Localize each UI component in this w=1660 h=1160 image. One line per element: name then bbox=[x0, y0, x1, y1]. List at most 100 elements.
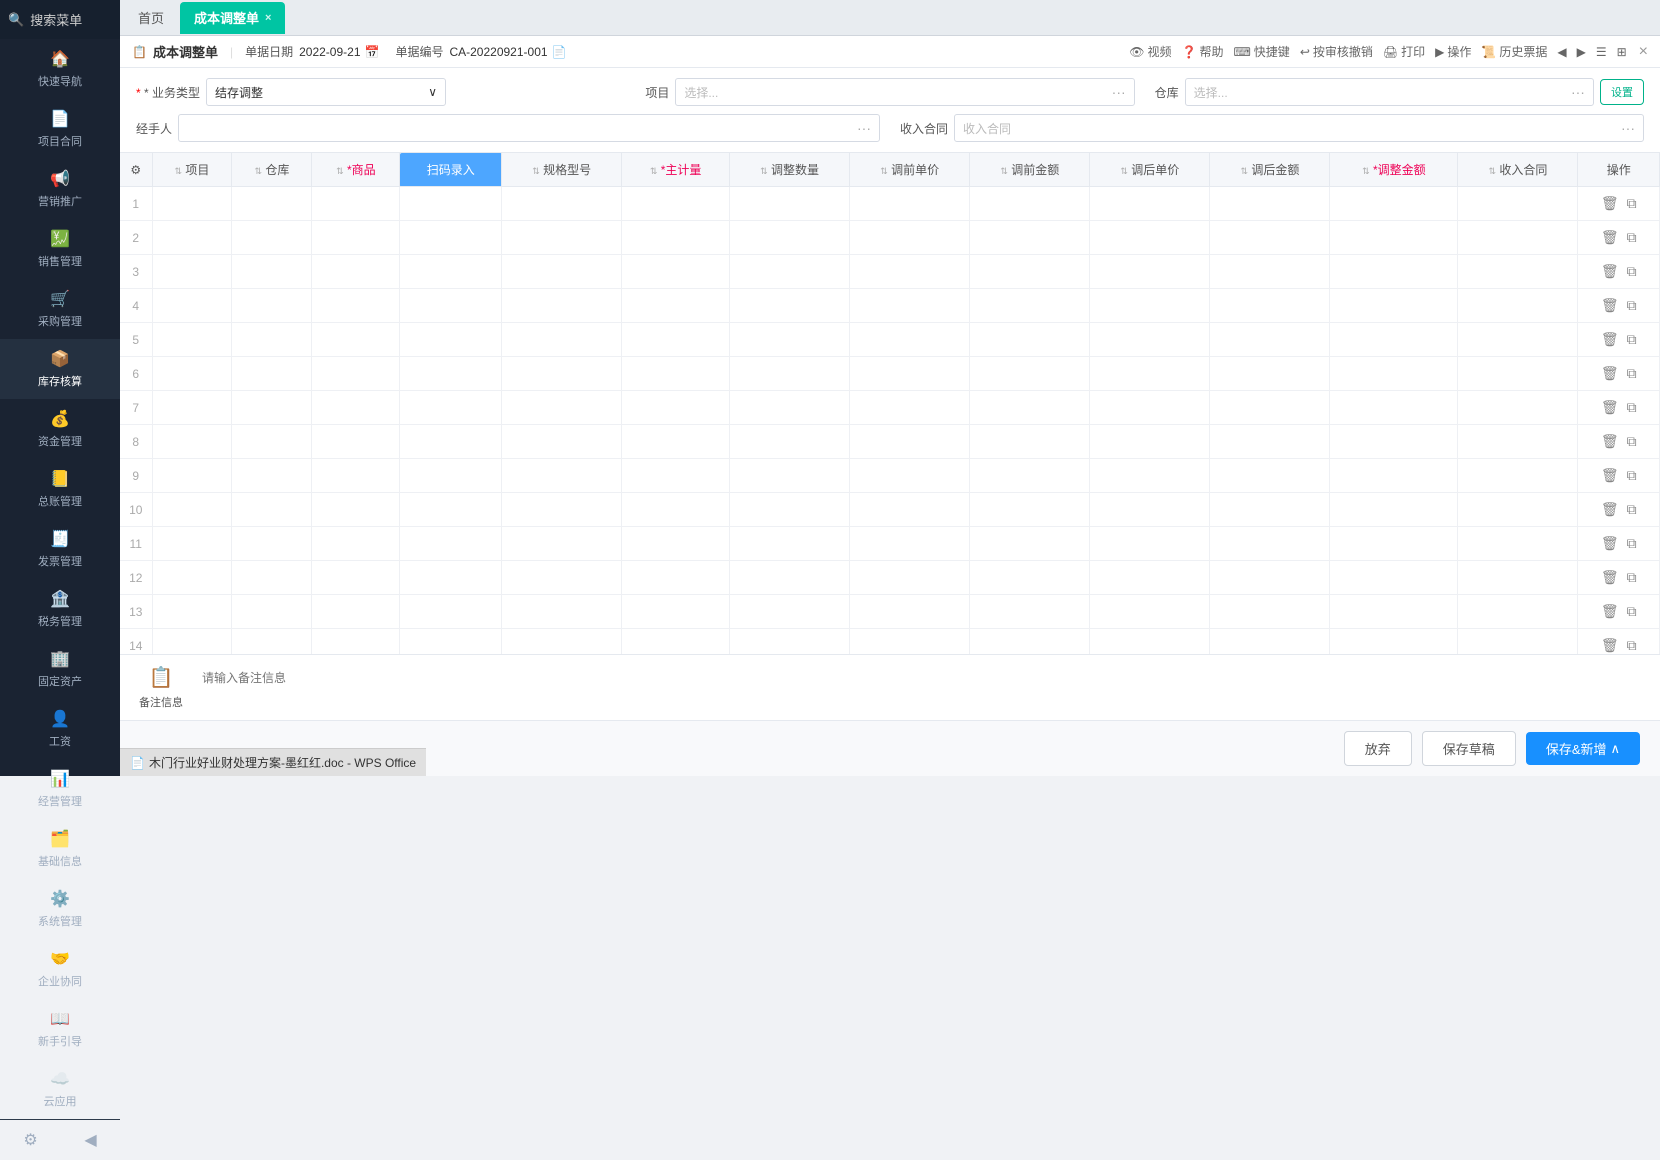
cell-adjust-amount[interactable] bbox=[1330, 357, 1458, 391]
cell-project[interactable] bbox=[152, 323, 232, 357]
cell-warehouse[interactable] bbox=[232, 323, 312, 357]
cell-unit[interactable] bbox=[622, 255, 730, 289]
cell-project[interactable] bbox=[152, 561, 232, 595]
cell-adjust-qty[interactable] bbox=[730, 527, 850, 561]
cell-adjust-qty[interactable] bbox=[730, 221, 850, 255]
row-copy-btn[interactable]: ⧉ bbox=[1625, 193, 1639, 214]
cell-project[interactable] bbox=[152, 391, 232, 425]
cell-scan[interactable] bbox=[400, 459, 502, 493]
notes-input[interactable] bbox=[198, 665, 1644, 701]
project-dots[interactable]: ··· bbox=[1112, 84, 1126, 100]
cell-spec[interactable] bbox=[502, 255, 622, 289]
cell-scan[interactable] bbox=[400, 493, 502, 527]
cell-scan[interactable] bbox=[400, 289, 502, 323]
cell-spec[interactable] bbox=[502, 323, 622, 357]
cell-unit[interactable] bbox=[622, 527, 730, 561]
cell-warehouse[interactable] bbox=[232, 391, 312, 425]
sidebar-item-quick-nav[interactable]: 🏠快速导航 bbox=[0, 39, 120, 99]
cell-scan[interactable] bbox=[400, 357, 502, 391]
cell-post-amount[interactable] bbox=[1210, 595, 1330, 629]
sidebar-item-purchase-mgmt[interactable]: 🛒采购管理 bbox=[0, 279, 120, 339]
cell-scan[interactable] bbox=[400, 323, 502, 357]
cell-adjust-qty[interactable] bbox=[730, 493, 850, 527]
cell-post-amount[interactable] bbox=[1210, 187, 1330, 221]
cell-pre-amount[interactable] bbox=[970, 255, 1090, 289]
cell-pre-unit-price[interactable] bbox=[850, 221, 970, 255]
cell-adjust-amount[interactable] bbox=[1330, 323, 1458, 357]
collapse-icon[interactable]: ◀ bbox=[84, 1130, 96, 1150]
cell-scan[interactable] bbox=[400, 629, 502, 655]
cell-post-unit-price[interactable] bbox=[1090, 391, 1210, 425]
save-draft-button[interactable]: 保存草稿 bbox=[1422, 731, 1516, 766]
sidebar-item-payroll[interactable]: 👤工资 bbox=[0, 699, 120, 759]
cell-goods[interactable] bbox=[312, 357, 400, 391]
cell-spec[interactable] bbox=[502, 493, 622, 527]
cell-post-amount[interactable] bbox=[1210, 527, 1330, 561]
sidebar-item-new-guide[interactable]: 📖新手引导 bbox=[0, 999, 120, 1059]
cell-post-unit-price[interactable] bbox=[1090, 289, 1210, 323]
cell-post-unit-price[interactable] bbox=[1090, 595, 1210, 629]
cell-income-contract[interactable] bbox=[1458, 527, 1578, 561]
cell-adjust-qty[interactable] bbox=[730, 459, 850, 493]
cell-post-unit-price[interactable] bbox=[1090, 527, 1210, 561]
cell-pre-amount[interactable] bbox=[970, 357, 1090, 391]
cell-pre-unit-price[interactable] bbox=[850, 561, 970, 595]
tab-home[interactable]: 首页 bbox=[124, 2, 178, 34]
row-copy-btn[interactable]: ⧉ bbox=[1625, 465, 1639, 486]
col-scan[interactable]: 扫码录入 bbox=[400, 153, 502, 187]
prev-btn[interactable]: ◀ bbox=[1557, 45, 1566, 59]
sidebar-item-invoice-mgmt[interactable]: 🧾发票管理 bbox=[0, 519, 120, 579]
cell-spec[interactable] bbox=[502, 357, 622, 391]
cell-warehouse[interactable] bbox=[232, 527, 312, 561]
row-copy-btn[interactable]: ⧉ bbox=[1625, 397, 1639, 418]
sidebar-item-inventory[interactable]: 📦库存核算 bbox=[0, 339, 120, 399]
cell-unit[interactable] bbox=[622, 425, 730, 459]
cell-warehouse[interactable] bbox=[232, 357, 312, 391]
cell-scan[interactable] bbox=[400, 221, 502, 255]
row-copy-btn[interactable]: ⧉ bbox=[1625, 601, 1639, 622]
cell-goods[interactable] bbox=[312, 221, 400, 255]
cell-pre-amount[interactable] bbox=[970, 561, 1090, 595]
row-copy-btn[interactable]: ⧉ bbox=[1625, 635, 1639, 654]
cell-adjust-amount[interactable] bbox=[1330, 595, 1458, 629]
cell-project[interactable] bbox=[152, 187, 232, 221]
cell-spec[interactable] bbox=[502, 289, 622, 323]
tab-cost-adjust[interactable]: 成本调整单 × bbox=[180, 2, 285, 34]
col-settings[interactable]: ⚙ bbox=[120, 153, 152, 187]
cell-goods[interactable] bbox=[312, 323, 400, 357]
cell-scan[interactable] bbox=[400, 595, 502, 629]
sidebar-item-general-ledger[interactable]: 📒总账管理 bbox=[0, 459, 120, 519]
cell-adjust-amount[interactable] bbox=[1330, 289, 1458, 323]
cell-unit[interactable] bbox=[622, 459, 730, 493]
row-delete-btn[interactable]: 🗑 bbox=[1599, 499, 1621, 520]
cell-project[interactable] bbox=[152, 629, 232, 655]
cell-income-contract[interactable] bbox=[1458, 187, 1578, 221]
cell-income-contract[interactable] bbox=[1458, 221, 1578, 255]
sidebar-item-capital-mgmt[interactable]: 💰资金管理 bbox=[0, 399, 120, 459]
cell-income-contract[interactable] bbox=[1458, 255, 1578, 289]
cell-warehouse[interactable] bbox=[232, 425, 312, 459]
cell-goods[interactable] bbox=[312, 425, 400, 459]
row-delete-btn[interactable]: 🗑 bbox=[1599, 329, 1621, 350]
cell-project[interactable] bbox=[152, 289, 232, 323]
cell-spec[interactable] bbox=[502, 425, 622, 459]
cell-pre-amount[interactable] bbox=[970, 289, 1090, 323]
row-copy-btn[interactable]: ⧉ bbox=[1625, 329, 1639, 350]
grid-view-btn[interactable]: ⊞ bbox=[1617, 45, 1627, 59]
cell-adjust-qty[interactable] bbox=[730, 357, 850, 391]
cell-warehouse[interactable] bbox=[232, 459, 312, 493]
cell-goods[interactable] bbox=[312, 493, 400, 527]
row-delete-btn[interactable]: 🗑 bbox=[1599, 227, 1621, 248]
cell-spec[interactable] bbox=[502, 459, 622, 493]
income-contract-dots[interactable]: ··· bbox=[1621, 120, 1635, 136]
cell-pre-unit-price[interactable] bbox=[850, 629, 970, 655]
cell-pre-amount[interactable] bbox=[970, 391, 1090, 425]
settings-icon[interactable]: ⚙ bbox=[23, 1130, 37, 1150]
agent-input[interactable]: ··· bbox=[178, 114, 880, 142]
row-delete-btn[interactable]: 🗑 bbox=[1599, 533, 1621, 554]
row-delete-btn[interactable]: 🗑 bbox=[1599, 397, 1621, 418]
cell-pre-amount[interactable] bbox=[970, 629, 1090, 655]
form-close-btn[interactable]: × bbox=[1639, 43, 1648, 61]
cell-spec[interactable] bbox=[502, 391, 622, 425]
sidebar-item-cloud-apps[interactable]: ☁️云应用 bbox=[0, 1059, 120, 1119]
